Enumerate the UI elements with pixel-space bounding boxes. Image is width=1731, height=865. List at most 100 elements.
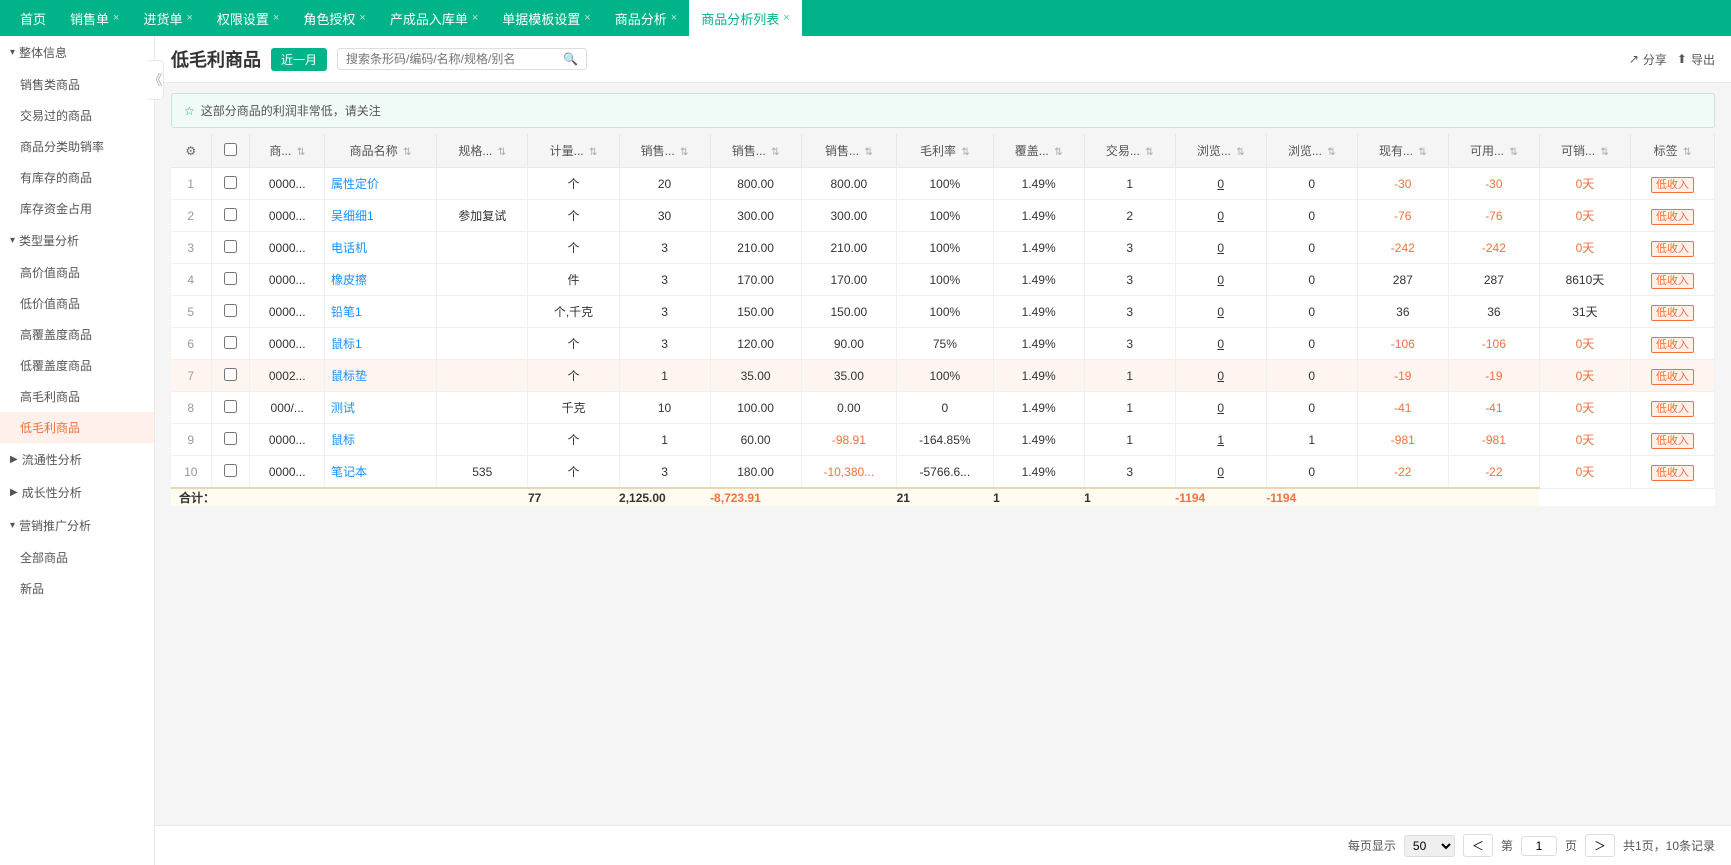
nav-product-analysis[interactable]: 商品分析 × [603, 0, 689, 36]
row-checkbox[interactable] [224, 176, 237, 189]
views-link[interactable]: 0 [1217, 401, 1224, 415]
sidebar-item-high-coverage[interactable]: 高覆盖度商品 [0, 319, 154, 350]
nav-product-inbound[interactable]: 产成品入库单 × [378, 0, 490, 36]
sidebar-group-circulation[interactable]: ▶ 流通性分析 [0, 443, 154, 476]
cell-checkbox[interactable] [211, 392, 250, 424]
collapse-sidebar-button[interactable]: 《 [148, 60, 164, 100]
nav-close-icon[interactable]: × [783, 12, 789, 24]
views-link[interactable]: 0 [1217, 465, 1224, 479]
cell-name[interactable]: 吴细细1 [324, 200, 436, 232]
prev-page-button[interactable]: ＜ [1463, 834, 1493, 857]
sidebar-group-growth[interactable]: ▶ 成长性分析 [0, 476, 154, 509]
cell-views1[interactable]: 0 [1175, 456, 1266, 489]
nav-close-icon[interactable]: × [359, 12, 365, 24]
next-page-button[interactable]: ＞ [1585, 834, 1615, 857]
sidebar-item-stocked-products[interactable]: 有库存的商品 [0, 162, 154, 193]
cell-views1[interactable]: 1 [1175, 424, 1266, 456]
nav-template-settings[interactable]: 单据模板设置 × [490, 0, 602, 36]
views-link[interactable]: 0 [1217, 369, 1224, 383]
nav-permissions[interactable]: 权限设置 × [205, 0, 291, 36]
nav-sales-order[interactable]: 销售单 × [58, 0, 131, 36]
views-link[interactable]: 0 [1217, 209, 1224, 223]
cell-views1[interactable]: 0 [1175, 360, 1266, 392]
views-link[interactable]: 0 [1217, 241, 1224, 255]
sidebar-item-low-coverage[interactable]: 低覆盖度商品 [0, 350, 154, 381]
cell-current-stock: 36 [1357, 296, 1448, 328]
views-link[interactable]: 0 [1217, 305, 1224, 319]
select-all-checkbox[interactable] [224, 143, 237, 156]
row-checkbox[interactable] [224, 208, 237, 221]
sidebar-item-all-products[interactable]: 全部商品 [0, 542, 154, 573]
nav-role-auth[interactable]: 角色授权 × [291, 0, 377, 36]
views-link[interactable]: 0 [1217, 177, 1224, 191]
export-button[interactable]: ⬆ 导出 [1677, 51, 1715, 68]
cell-name[interactable]: 电话机 [324, 232, 436, 264]
cell-name[interactable]: 测试 [324, 392, 436, 424]
nav-close-icon[interactable]: × [186, 12, 192, 24]
sidebar-item-traded-products[interactable]: 交易过的商品 [0, 100, 154, 131]
row-checkbox[interactable] [224, 272, 237, 285]
sidebar-item-low-value[interactable]: 低价值商品 [0, 288, 154, 319]
cell-views1[interactable]: 0 [1175, 296, 1266, 328]
cell-name[interactable]: 笔记本 [324, 456, 436, 489]
nav-close-icon[interactable]: × [113, 12, 119, 24]
share-button[interactable]: ↗ 分享 [1629, 51, 1667, 68]
sidebar-item-high-margin[interactable]: 高毛利商品 [0, 381, 154, 412]
row-checkbox[interactable] [224, 368, 237, 381]
cell-checkbox[interactable] [211, 424, 250, 456]
sidebar-item-high-value[interactable]: 高价值商品 [0, 257, 154, 288]
cell-name[interactable]: 铅笔1 [324, 296, 436, 328]
cell-checkbox[interactable] [211, 456, 250, 489]
sidebar-group-marketing[interactable]: ▾ 营销推广分析 [0, 509, 154, 542]
sidebar-group-type-analysis[interactable]: ▾ 类型量分析 [0, 224, 154, 257]
cell-name[interactable]: 橡皮擦 [324, 264, 436, 296]
cell-name[interactable]: 鼠标垫 [324, 360, 436, 392]
cell-sales-price: 180.00 [710, 456, 801, 489]
cell-checkbox[interactable] [211, 360, 250, 392]
cell-checkbox[interactable] [211, 200, 250, 232]
cell-name[interactable]: 鼠标1 [324, 328, 436, 360]
sidebar-item-new-products[interactable]: 新品 [0, 573, 154, 604]
row-checkbox[interactable] [224, 240, 237, 253]
sidebar-item-low-margin[interactable]: 低毛利商品 [0, 412, 154, 443]
row-checkbox[interactable] [224, 304, 237, 317]
views-link[interactable]: 0 [1217, 337, 1224, 351]
nav-close-icon[interactable]: × [273, 12, 279, 24]
cell-sales-qty: 3 [619, 456, 710, 489]
views-link[interactable]: 0 [1217, 273, 1224, 287]
nav-purchase-order[interactable]: 进货单 × [131, 0, 204, 36]
cell-checkbox[interactable] [211, 296, 250, 328]
cell-views1[interactable]: 0 [1175, 232, 1266, 264]
sidebar-group-overview[interactable]: ▾ 整体信息 [0, 36, 154, 69]
row-checkbox[interactable] [224, 432, 237, 445]
cell-checkbox[interactable] [211, 264, 250, 296]
cell-views1[interactable]: 0 [1175, 200, 1266, 232]
page-size-select[interactable]: 50 100 200 [1404, 835, 1455, 857]
cell-name[interactable]: 属性定价 [324, 168, 436, 200]
row-checkbox[interactable] [224, 464, 237, 477]
cell-views1[interactable]: 0 [1175, 328, 1266, 360]
cell-checkbox[interactable] [211, 168, 250, 200]
cell-checkbox[interactable] [211, 328, 250, 360]
cell-checkbox[interactable] [211, 232, 250, 264]
row-checkbox[interactable] [224, 400, 237, 413]
sidebar-item-sales-products[interactable]: 销售类商品 [0, 69, 154, 100]
sidebar-item-inventory-capital[interactable]: 库存资金占用 [0, 193, 154, 224]
nav-product-analysis-list[interactable]: 商品分析列表 × [689, 0, 801, 36]
cell-views1[interactable]: 0 [1175, 392, 1266, 424]
nav-home[interactable]: 首页 [8, 0, 58, 36]
nav-close-icon[interactable]: × [671, 12, 677, 24]
row-checkbox[interactable] [224, 336, 237, 349]
views-link[interactable]: 1 [1217, 433, 1224, 447]
page-number-input[interactable] [1521, 836, 1557, 856]
time-filter-button[interactable]: 近一月 [271, 48, 327, 71]
search-input[interactable] [346, 52, 563, 66]
nav-close-icon[interactable]: × [472, 12, 478, 24]
sidebar-item-category-sales-rate[interactable]: 商品分类助销率 [0, 131, 154, 162]
column-settings-button[interactable]: ⚙ [171, 134, 211, 168]
cell-name[interactable]: 鼠标 [324, 424, 436, 456]
nav-close-icon[interactable]: × [584, 12, 590, 24]
cell-views1[interactable]: 0 [1175, 168, 1266, 200]
total-info: 共1页，10条记录 [1623, 837, 1715, 854]
cell-views1[interactable]: 0 [1175, 264, 1266, 296]
